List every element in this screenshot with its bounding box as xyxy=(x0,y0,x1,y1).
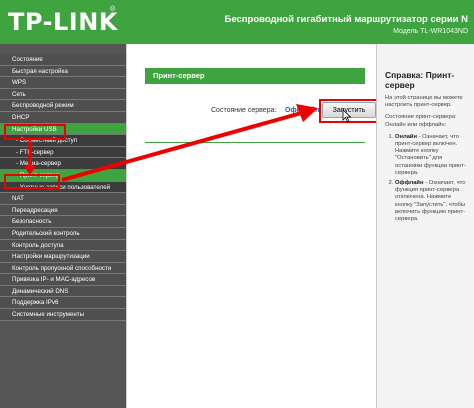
sidebar-item-parental-control[interactable]: Родительский контроль xyxy=(0,227,126,240)
sidebar-item-network[interactable]: Сеть xyxy=(0,88,126,101)
mouse-pointer-icon xyxy=(342,109,352,123)
header: TP-LINK ® Беспроводной гигабитный маршру… xyxy=(0,0,474,44)
registered-mark: ® xyxy=(110,6,116,13)
help-online-term: Онлайн xyxy=(395,133,417,140)
usb-settings-highlight xyxy=(4,124,66,140)
sidebar-item-nat[interactable]: NAT xyxy=(0,193,126,205)
sidebar-spacer xyxy=(0,44,126,54)
router-model: Модель TL-WR1043ND xyxy=(393,28,468,35)
sidebar-nav: Состояние Быстрая настройка WPS Сеть Бес… xyxy=(0,44,126,408)
sidebar-item-ipv6[interactable]: Поддержка IPv6 xyxy=(0,297,126,310)
sidebar-item-dhcp[interactable]: DHCP xyxy=(0,111,126,124)
help-item-offline: Оффлайн - Означает, что функция принт-се… xyxy=(395,180,470,223)
sidebar-item-status[interactable]: Состояние xyxy=(0,54,126,66)
print-server-highlight xyxy=(4,174,60,189)
section-divider xyxy=(145,142,365,143)
help-online-text: - Означает, что принт-сервер включен. На… xyxy=(395,133,466,176)
sidebar-item-wireless[interactable]: Беспроводной режим xyxy=(0,100,126,112)
sidebar-item-system-tools[interactable]: Системные инструменты xyxy=(0,309,126,321)
sidebar-item-security[interactable]: Безопасность xyxy=(0,216,126,228)
sidebar-item-ftp-server[interactable]: - FTP-сервер xyxy=(0,146,126,159)
sidebar-item-wps[interactable]: WPS xyxy=(0,77,126,89)
tplink-logo: TP-LINK xyxy=(8,8,118,36)
sidebar-item-quick-setup[interactable]: Быстрая настройка xyxy=(0,65,126,78)
main-content: Принт-сервер Состояние сервера: Оффлайн … xyxy=(126,44,379,408)
sidebar-item-ip-mac-binding[interactable]: Привязка IP- и MAC-адресов xyxy=(0,274,126,286)
server-status-value: Оффлайн xyxy=(285,107,320,114)
sidebar-item-routing[interactable]: Настройки маршрутизации xyxy=(0,251,126,263)
help-offline-term: Оффлайн xyxy=(395,180,424,187)
help-status-intro: Состояние принт-сервера: Онлайн или оффл… xyxy=(385,114,457,128)
sidebar-item-forwarding[interactable]: Переадресация xyxy=(0,204,126,217)
sidebar-item-bandwidth-control[interactable]: Контроль пропускной способности xyxy=(0,262,126,275)
page-title: Принт-сервер xyxy=(145,68,365,84)
server-status-label: Состояние сервера: xyxy=(211,107,277,114)
help-list: Онлайн - Означает, что принт-сервер вклю… xyxy=(385,134,470,223)
help-intro: На этой странице вы можете настроить при… xyxy=(385,95,463,109)
sidebar-item-media-server[interactable]: - Медиа-сервер xyxy=(0,158,126,170)
help-offline-text: - Означает, что функция принт-сервера от… xyxy=(395,180,466,223)
sidebar-item-access-control[interactable]: Контроль доступа xyxy=(0,239,126,252)
help-panel: Справка: Принт-сервер На этой странице в… xyxy=(376,44,474,408)
help-item-online: Онлайн - Означает, что принт-сервер вклю… xyxy=(395,134,470,177)
sidebar-item-ddns[interactable]: Динамический DNS xyxy=(0,285,126,298)
help-title: Справка: Принт-сервер xyxy=(385,70,455,90)
router-title: Беспроводной гигабитный маршрутизатор се… xyxy=(224,14,468,25)
